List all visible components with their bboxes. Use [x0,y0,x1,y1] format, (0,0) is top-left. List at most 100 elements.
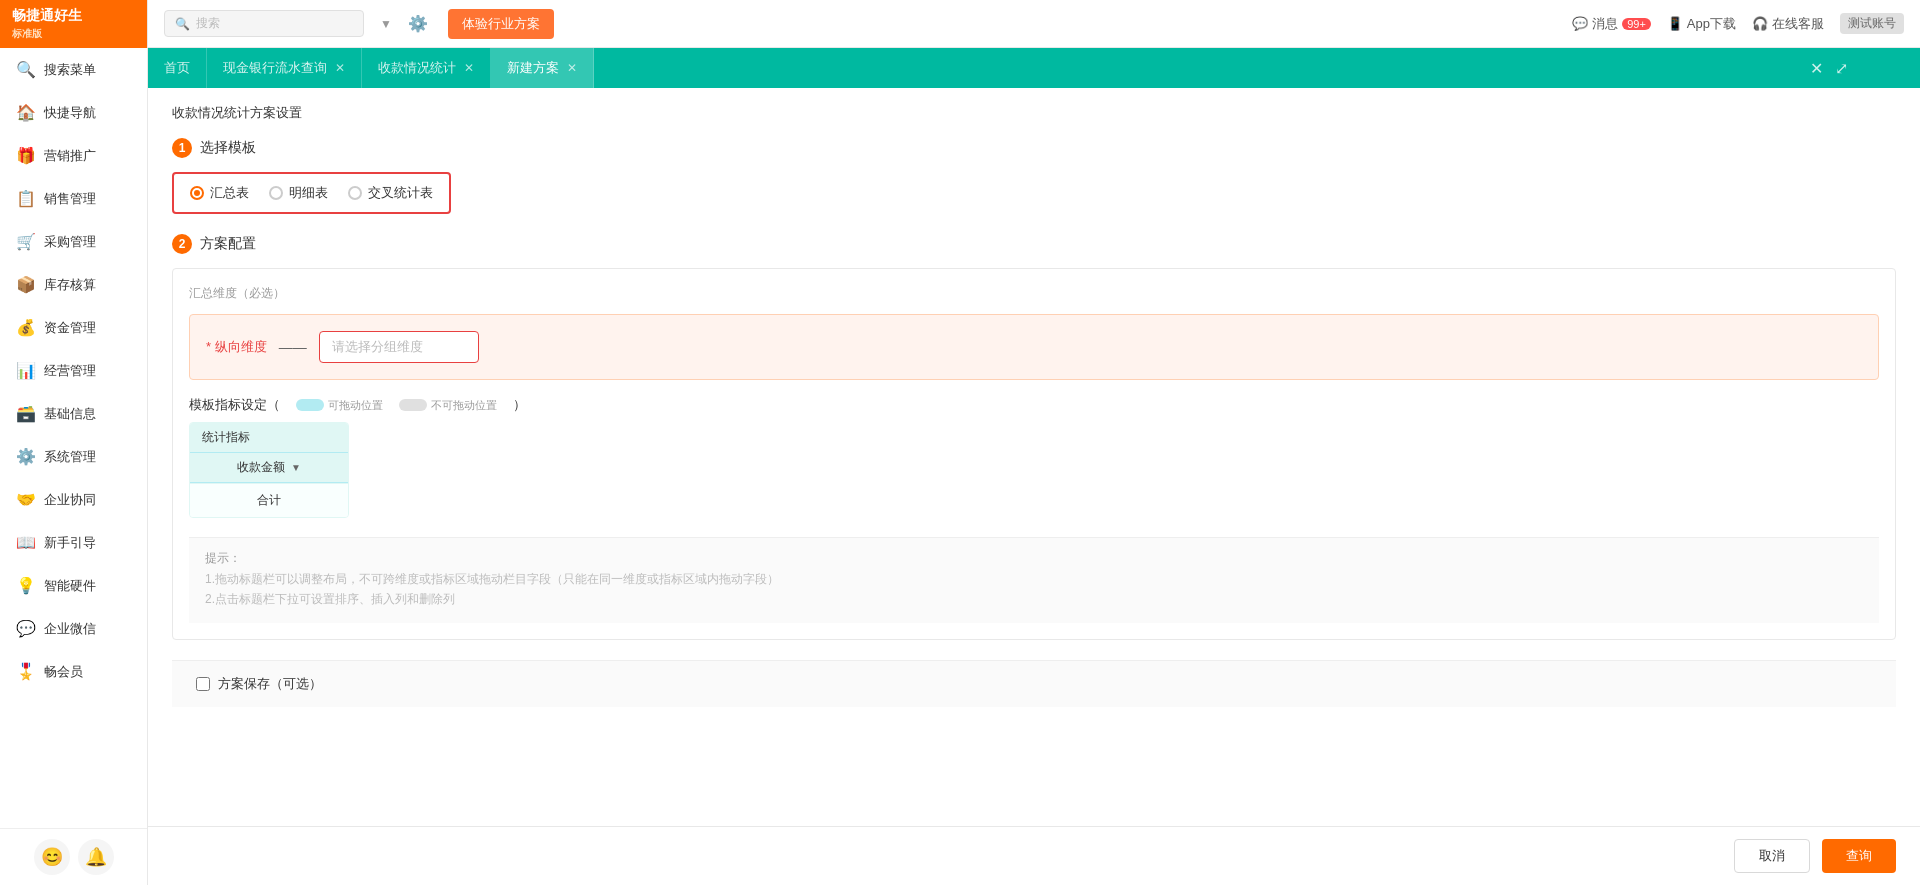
tab-new-plan-close[interactable]: ✕ [567,62,577,74]
topbar-gear-icon[interactable]: ⚙️ [408,14,428,33]
sidebar-item-label: 系统管理 [44,448,96,466]
sidebar-item-label: 企业微信 [44,620,96,638]
system-icon: ⚙️ [16,447,36,466]
save-label: 方案保存（可选） [218,675,322,693]
logo-main: 畅捷通好生 [12,7,82,25]
radio-cross[interactable]: 交叉统计表 [348,184,433,202]
section-template-header: 1 选择模板 [172,138,1896,158]
sidebar-item-search[interactable]: 🔍 搜索菜单 [0,48,147,91]
download-item[interactable]: 📱 App下载 [1667,15,1736,33]
dimension-label-text: 汇总维度（必选） [189,286,285,300]
sidebar-item-wechat[interactable]: 💬 企业微信 [0,607,147,650]
sidebar-item-finance[interactable]: 💰 资金管理 [0,306,147,349]
message-item[interactable]: 💬 消息 99+ [1572,15,1651,33]
query-button[interactable]: 查询 [1822,839,1896,873]
sidebar-item-sales[interactable]: 📋 销售管理 [0,177,147,220]
draggable-text: 可拖动位置 [328,398,383,413]
finance-icon: 💰 [16,318,36,337]
tab-cash-flow-close[interactable]: ✕ [335,62,345,74]
save-checkbox[interactable] [196,677,210,691]
content: 收款情况统计方案设置 1 选择模板 汇总表 明细表 [148,88,1920,885]
download-label: App下载 [1687,15,1736,33]
dimension-row: * 纵向维度 —— 请选择分组维度 [206,331,1862,363]
search-icon: 🔍 [16,60,36,79]
config-section: 汇总维度（必选） * 纵向维度 —— 请选择分组维度 [172,268,1896,640]
sidebar-item-purchase[interactable]: 🛒 采购管理 [0,220,147,263]
tab-cash-flow[interactable]: 现金银行流水查询 ✕ [207,48,362,88]
topbar-dropdown-arrow[interactable]: ▼ [380,17,392,31]
sidebar-item-member[interactable]: 🎖️ 畅会员 [0,650,147,693]
sidebar-item-label: 企业协同 [44,491,96,509]
tab-close-all[interactable]: ✕ [1806,55,1827,82]
section2-number: 2 [172,234,192,254]
dimension-area: * 纵向维度 —— 请选择分组维度 [189,314,1879,380]
radio-group: 汇总表 明细表 交叉统计表 [190,184,433,202]
dimension-placeholder: 请选择分组维度 [332,339,423,354]
section1-title: 选择模板 [200,139,256,157]
tab-receipt-stats-close[interactable]: ✕ [464,62,474,74]
user-avatar[interactable]: 测试账号 [1840,13,1904,34]
industry-btn[interactable]: 体验行业方案 [448,9,554,39]
metrics-bracket: ） [513,396,526,414]
gift-icon: 🎁 [16,146,36,165]
tips-item-2: 2.点击标题栏下拉可设置排序、插入列和删除列 [205,591,1863,608]
tab-home[interactable]: 首页 [148,48,207,88]
section2-title: 方案配置 [200,235,256,253]
tab-receipt-stats[interactable]: 收款情况统计 ✕ [362,48,491,88]
download-icon: 📱 [1667,16,1683,31]
tips-section: 提示： 1.拖动标题栏可以调整布局，不可跨维度或指标区域拖动栏目字段（只能在同一… [189,537,1879,623]
footer-bar: 取消 查询 [148,826,1920,885]
message-icon: 💬 [1572,16,1588,31]
sidebar-item-label: 搜索菜单 [44,61,96,79]
support-label: 在线客服 [1772,15,1824,33]
tab-new-plan[interactable]: 新建方案 ✕ [491,48,594,88]
metrics-label: 模板指标设定（ [189,396,280,414]
tab-new-plan-label: 新建方案 [507,59,559,77]
sidebar-item-collab[interactable]: 🤝 企业协同 [0,478,147,521]
cancel-button[interactable]: 取消 [1734,839,1810,873]
topbar-search[interactable]: 🔍 搜索 [164,10,364,37]
non-draggable-text: 不可拖动位置 [431,398,497,413]
sales-icon: 📋 [16,189,36,208]
draggable-tag: 可拖动位置 [296,398,383,413]
tabbar-actions: ✕ ⤢ [1806,48,1860,88]
sidebar-item-basics[interactable]: 🗃️ 基础信息 [0,392,147,435]
non-draggable-tag: 不可拖动位置 [399,398,497,413]
page-title: 收款情况统计方案设置 [172,104,1896,122]
section-config-header: 2 方案配置 [172,234,1896,254]
support-icon: 🎧 [1752,16,1768,31]
radio-summary[interactable]: 汇总表 [190,184,249,202]
search-text: 搜索 [196,15,220,32]
sidebar-item-guide[interactable]: 📖 新手引导 [0,521,147,564]
topbar: 🔍 搜索 ▼ ⚙️ 体验行业方案 💬 消息 99+ 📱 App下载 🎧 在线客服… [148,0,1920,48]
col-chevron-icon: ▼ [291,462,301,473]
dimension-select[interactable]: 请选择分组维度 [319,331,479,363]
sidebar-item-system[interactable]: ⚙️ 系统管理 [0,435,147,478]
tips-item-1: 1.拖动标题栏可以调整布局，不可跨维度或指标区域拖动栏目字段（只能在同一维度或指… [205,571,1863,588]
sidebar-item-operations[interactable]: 📊 经营管理 [0,349,147,392]
sidebar-bottom: 😊 🔔 [0,828,147,885]
sidebar-item-inventory[interactable]: 📦 库存核算 [0,263,147,306]
tab-cash-flow-label: 现金银行流水查询 [223,59,327,77]
search-icon: 🔍 [175,17,190,31]
sidebar-item-hardware[interactable]: 💡 智能硬件 [0,564,147,607]
sidebar-item-nav[interactable]: 🏠 快捷导航 [0,91,147,134]
section-template: 1 选择模板 汇总表 明细表 [172,138,1896,214]
tab-receipt-stats-label: 收款情况统计 [378,59,456,77]
radio-summary-label: 汇总表 [210,184,249,202]
sidebar-icon-left[interactable]: 😊 [34,839,70,875]
sidebar-item-label: 基础信息 [44,405,96,423]
sidebar-item-marketing[interactable]: 🎁 营销推广 [0,134,147,177]
radio-cross-dot [348,186,362,200]
radio-detail-dot [269,186,283,200]
metrics-col-header[interactable]: 收款金额 ▼ [190,453,348,483]
support-item[interactable]: 🎧 在线客服 [1752,15,1824,33]
hardware-icon: 💡 [16,576,36,595]
radio-summary-dot [190,186,204,200]
radio-detail[interactable]: 明细表 [269,184,328,202]
col-header-text: 收款金额 [237,459,285,476]
tab-maximize[interactable]: ⤢ [1831,55,1852,82]
operations-icon: 📊 [16,361,36,380]
sidebar-icon-right[interactable]: 🔔 [78,839,114,875]
sidebar-item-label: 销售管理 [44,190,96,208]
